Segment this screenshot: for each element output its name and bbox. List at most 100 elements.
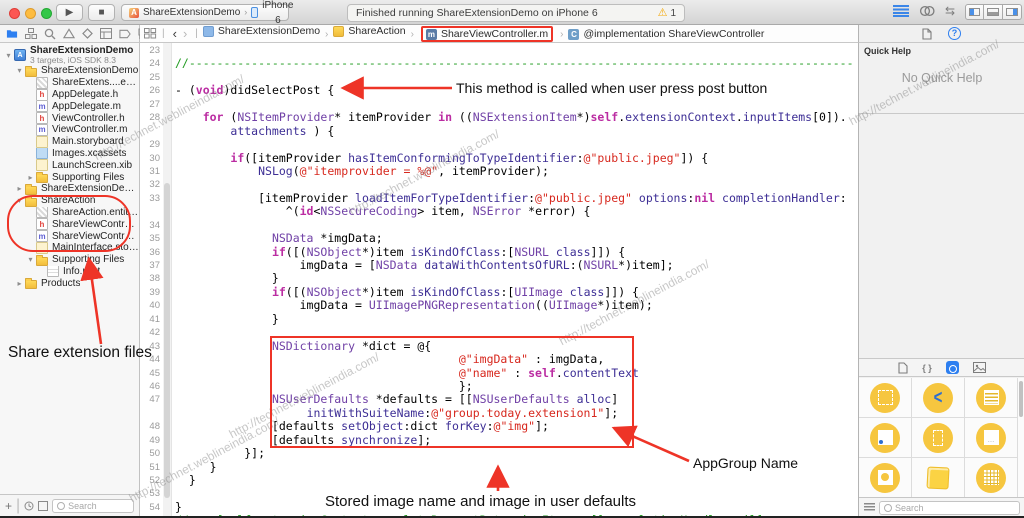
zoom-window-button[interactable] xyxy=(41,8,52,19)
library-item-circle xyxy=(976,382,1006,413)
tree-item-appdelegate-m[interactable]: m AppDelegate.m xyxy=(0,100,139,113)
line-number: 34 xyxy=(149,219,160,231)
tree-item-main-storyboard[interactable]: Main.storyboard xyxy=(0,135,139,148)
quick-help-inspector-icon[interactable]: ? xyxy=(948,27,961,40)
navigator-search-field[interactable]: Search xyxy=(52,498,134,513)
tree-item-appdelegate-h[interactable]: h AppDelegate.h xyxy=(0,88,139,101)
titlebar: ▶ ■ A ShareExtensionDemo › iPhone 6 Fini… xyxy=(0,0,1024,26)
library-item-box[interactable] xyxy=(912,458,965,498)
toggle-debug-area-button[interactable] xyxy=(984,4,1003,20)
search-navigator-icon[interactable] xyxy=(44,28,56,40)
line-number: 52 xyxy=(149,475,160,486)
add-icon[interactable]: + xyxy=(5,499,12,513)
breadcrumb-item--implementation-shareviewcontroller[interactable]: C @implementation ShareViewController xyxy=(568,28,764,40)
go-back-button[interactable]: ‹ xyxy=(173,27,177,40)
library-item-scroll-view[interactable] xyxy=(912,418,965,458)
library-item-tab-bar[interactable] xyxy=(859,418,912,458)
code-line: attachments ) { xyxy=(140,123,858,138)
jump-bar: | ‹ › | ShareExtensionDemo › ShareAction › m… xyxy=(140,25,858,43)
library-item-navigation-bar[interactable]: < xyxy=(912,378,965,418)
library-item-view[interactable] xyxy=(859,378,912,418)
tree-item-supporting-files[interactable]: ▸ Supporting Files xyxy=(0,171,139,183)
m-file-icon: m xyxy=(36,123,48,136)
disclosure-triangle[interactable]: ▾ xyxy=(15,66,24,75)
library-item-circle: ... xyxy=(976,422,1006,453)
code-text: if([(NSObject*)item isKindOfClass:[UIIma… xyxy=(271,284,639,299)
tree-item-viewcontroller-h[interactable]: h ViewController.h xyxy=(0,112,139,124)
code-snippet-library-icon[interactable]: { } xyxy=(922,363,932,373)
library-search-field[interactable]: Search xyxy=(879,500,1020,515)
scheme-selector[interactable]: A ShareExtensionDemo › iPhone 6 xyxy=(121,0,293,26)
search-placeholder: Search xyxy=(895,502,924,513)
library-item-table-view[interactable] xyxy=(965,378,1018,418)
media-library-icon[interactable] xyxy=(972,362,986,373)
iphone-icon xyxy=(251,7,259,18)
tree-item-shareextens-entitlements[interactable]: ShareExtens....entitlements xyxy=(0,76,139,89)
symbol-navigator-icon[interactable] xyxy=(25,28,37,40)
breadcrumb-item-shareextensiondemo[interactable]: ShareExtensionDemo xyxy=(202,25,320,37)
code-line: 40 imgData = UIImagePNGRepresentation((U… xyxy=(140,299,858,312)
breakpoint-navigator-icon[interactable] xyxy=(119,28,131,40)
tree-item-shareextensiondemo[interactable]: ▾ ShareExtensionDemo xyxy=(0,65,139,77)
tree-item-info-plist[interactable]: Info.plist xyxy=(0,265,139,278)
toggle-navigator-button[interactable] xyxy=(965,4,984,20)
file-inspector-icon[interactable] xyxy=(922,27,932,40)
code-text: attachments ) { xyxy=(230,123,335,138)
disclosure-triangle[interactable]: ▸ xyxy=(26,173,35,182)
minimize-window-button[interactable] xyxy=(25,8,36,19)
list-view-icon[interactable] xyxy=(864,503,875,512)
code-line: 32 xyxy=(140,178,858,191)
breadcrumb-item-shareaction[interactable]: ShareAction xyxy=(333,25,406,37)
tree-item-viewcontroller-m[interactable]: m ViewController.m xyxy=(0,123,139,136)
object-library-grid: <... xyxy=(859,378,1024,498)
code-folding-ribbon[interactable] xyxy=(163,43,172,516)
code-text: [itemProvider loadItemForTypeIdentifier:… xyxy=(175,190,847,205)
library-item-toolbar[interactable]: ... xyxy=(965,418,1018,458)
test-navigator-icon[interactable] xyxy=(82,28,93,40)
breadcrumb-item-shareviewcontroller-m[interactable]: m ShareViewController.m xyxy=(420,26,554,42)
disclosure-triangle[interactable]: ▸ xyxy=(15,279,24,288)
recent-files-icon[interactable] xyxy=(24,501,34,511)
close-window-button[interactable] xyxy=(9,8,20,19)
file-name: ViewController.h xyxy=(52,112,125,124)
project-navigator-icon[interactable] xyxy=(6,28,18,40)
scm-status-icon[interactable] xyxy=(38,500,49,511)
run-button[interactable]: ▶ xyxy=(56,4,83,21)
code-text: //--------------------------------------… xyxy=(175,56,854,71)
tree-item-supporting-files[interactable]: ▾ Supporting Files xyxy=(0,254,139,266)
debug-navigator-icon[interactable] xyxy=(100,28,112,40)
view-icon xyxy=(877,390,893,405)
divider: | xyxy=(195,28,198,39)
disclosure-triangle[interactable]: ▾ xyxy=(4,51,13,60)
xcode-window: ▶ ■ A ShareExtensionDemo › iPhone 6 Fini… xyxy=(0,0,1024,518)
library-item-image-view[interactable] xyxy=(859,458,912,498)
version-editor-icon[interactable]: ⇆ xyxy=(945,5,955,17)
standard-editor-icon[interactable] xyxy=(893,5,909,17)
go-forward-button[interactable]: › xyxy=(183,27,187,40)
related-items-icon[interactable] xyxy=(144,28,157,39)
tree-item-launchscreen-xib[interactable]: LaunchScreen.xib xyxy=(0,159,139,172)
code-line: 28 for (NSItemProvider* itemProvider in … xyxy=(140,110,858,124)
warning-badge[interactable]: ⚠ 1 xyxy=(658,7,676,19)
tree-item-project-root[interactable]: ▾ A ShareExtensionDemo 3 targets, iOS SD… xyxy=(0,43,139,65)
file-template-library-icon[interactable] xyxy=(898,361,908,374)
code-text: NSLog(@"itemprovider = %@", itemProvider… xyxy=(258,163,549,178)
toggle-inspector-button[interactable] xyxy=(1003,4,1022,20)
scrollbar[interactable] xyxy=(1019,381,1023,417)
tree-item-products[interactable]: ▸ Products xyxy=(0,277,139,290)
line-number: 49 xyxy=(149,434,160,446)
library-item-collection-view[interactable] xyxy=(965,458,1018,498)
disclosure-triangle[interactable]: ▾ xyxy=(26,255,35,264)
activity-status-bar: Finished running ShareExtensionDemo on i… xyxy=(347,4,685,22)
tree-item-images-xcassets[interactable]: Images.xcassets xyxy=(0,147,139,160)
code-text: imgData = UIImagePNGRepresentation((UIIm… xyxy=(175,298,653,313)
stop-button[interactable]: ■ xyxy=(88,4,115,21)
issue-navigator-icon[interactable] xyxy=(63,28,75,40)
disclosure-triangle[interactable]: ▸ xyxy=(15,184,24,193)
plist-file-icon xyxy=(47,265,59,278)
object-library-icon[interactable] xyxy=(945,361,959,374)
breadcrumb-label: ShareAction xyxy=(348,25,406,37)
tree-item-shareextensiondemotests[interactable]: ▸ ShareExtensionDemoTests xyxy=(0,183,139,195)
file-name: AppDelegate.m xyxy=(52,100,121,112)
assistant-editor-icon[interactable] xyxy=(919,5,935,17)
